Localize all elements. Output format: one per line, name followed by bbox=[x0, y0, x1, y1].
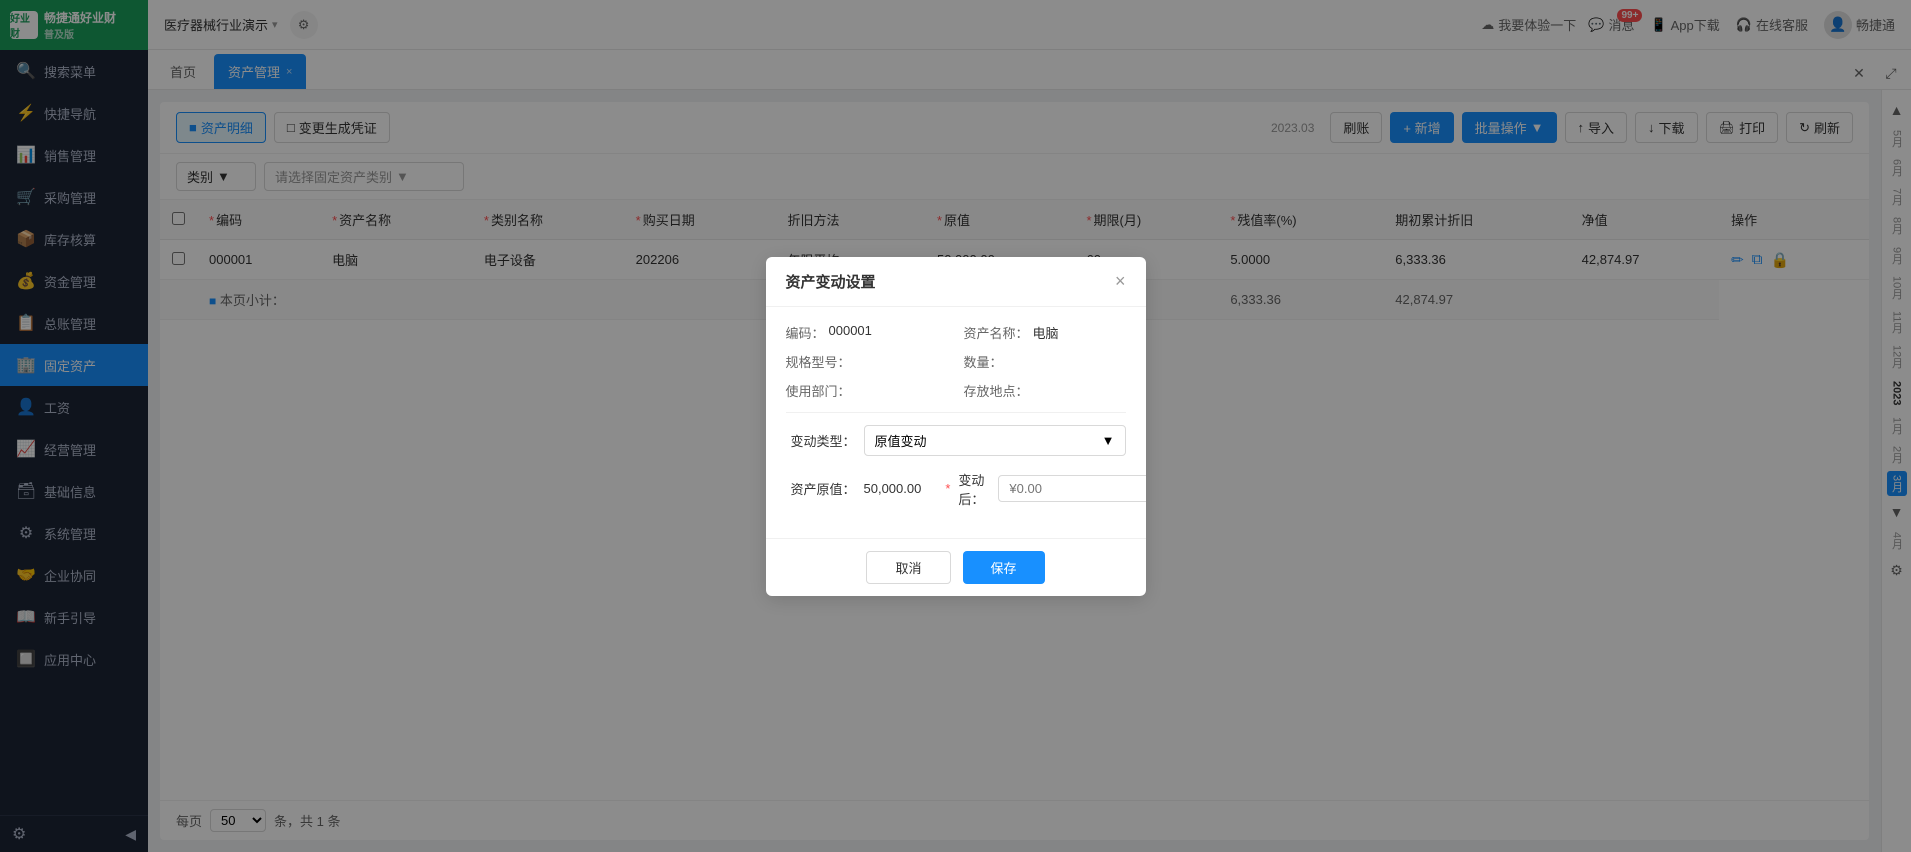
modal-name-value: 电脑 bbox=[1033, 323, 1059, 342]
modal-footer: 取消 保存 bbox=[766, 538, 1146, 596]
modal-info-row-1: 编码： 000001 资产名称： 电脑 bbox=[786, 323, 1126, 342]
modal-after-input[interactable] bbox=[998, 475, 1145, 502]
modal-spec-field: 规格型号： bbox=[786, 352, 948, 371]
modal-change-type-row: 变动类型： 原值变动 ▼ bbox=[786, 425, 1126, 456]
modal-location-field: 存放地点： bbox=[964, 381, 1126, 400]
modal-asset-value: 50,000.00 bbox=[864, 481, 922, 496]
modal-name-field: 资产名称： 电脑 bbox=[964, 323, 1126, 342]
modal-code-value: 000001 bbox=[829, 323, 872, 342]
modal-info-row-2: 规格型号： 数量： bbox=[786, 352, 1126, 371]
modal-required-star: * bbox=[945, 481, 950, 496]
asset-change-modal: 资产变动设置 × 编码： 000001 资产名称： 电脑 规格型号： bbox=[766, 257, 1146, 596]
modal-divider bbox=[786, 412, 1126, 413]
modal-change-type-label: 变动类型： bbox=[786, 431, 856, 450]
modal-title: 资产变动设置 bbox=[786, 271, 876, 292]
modal-code-field: 编码： 000001 bbox=[786, 323, 948, 342]
modal-body: 编码： 000001 资产名称： 电脑 规格型号： 数量： bbox=[766, 307, 1146, 538]
cancel-button[interactable]: 取消 bbox=[866, 551, 950, 584]
modal-info-row-3: 使用部门： 存放地点： bbox=[786, 381, 1126, 400]
modal-asset-value-label: 资产原值： bbox=[786, 479, 856, 498]
modal-value-row: 资产原值： 50,000.00 * 变动后： bbox=[786, 470, 1126, 508]
modal-spec-label: 规格型号： bbox=[786, 352, 851, 371]
modal-dept-field: 使用部门： bbox=[786, 381, 948, 400]
modal-location-label: 存放地点： bbox=[964, 381, 1029, 400]
modal-quantity-field: 数量： bbox=[964, 352, 1126, 371]
modal-name-label: 资产名称： bbox=[964, 323, 1029, 342]
modal-change-type-value: 原值变动 bbox=[875, 431, 927, 450]
modal-close-button[interactable]: × bbox=[1115, 272, 1126, 290]
modal-quantity-label: 数量： bbox=[964, 352, 1003, 371]
modal-dept-label: 使用部门： bbox=[786, 381, 851, 400]
modal-change-type-arrow-icon: ▼ bbox=[1102, 433, 1115, 448]
modal-overlay: 资产变动设置 × 编码： 000001 资产名称： 电脑 规格型号： bbox=[0, 0, 1911, 852]
modal-code-label: 编码： bbox=[786, 323, 825, 342]
modal-change-type-select[interactable]: 原值变动 ▼ bbox=[864, 425, 1126, 456]
save-button[interactable]: 保存 bbox=[963, 551, 1045, 584]
modal-after-label: 变动后： bbox=[958, 470, 984, 508]
modal-header: 资产变动设置 × bbox=[766, 257, 1146, 307]
